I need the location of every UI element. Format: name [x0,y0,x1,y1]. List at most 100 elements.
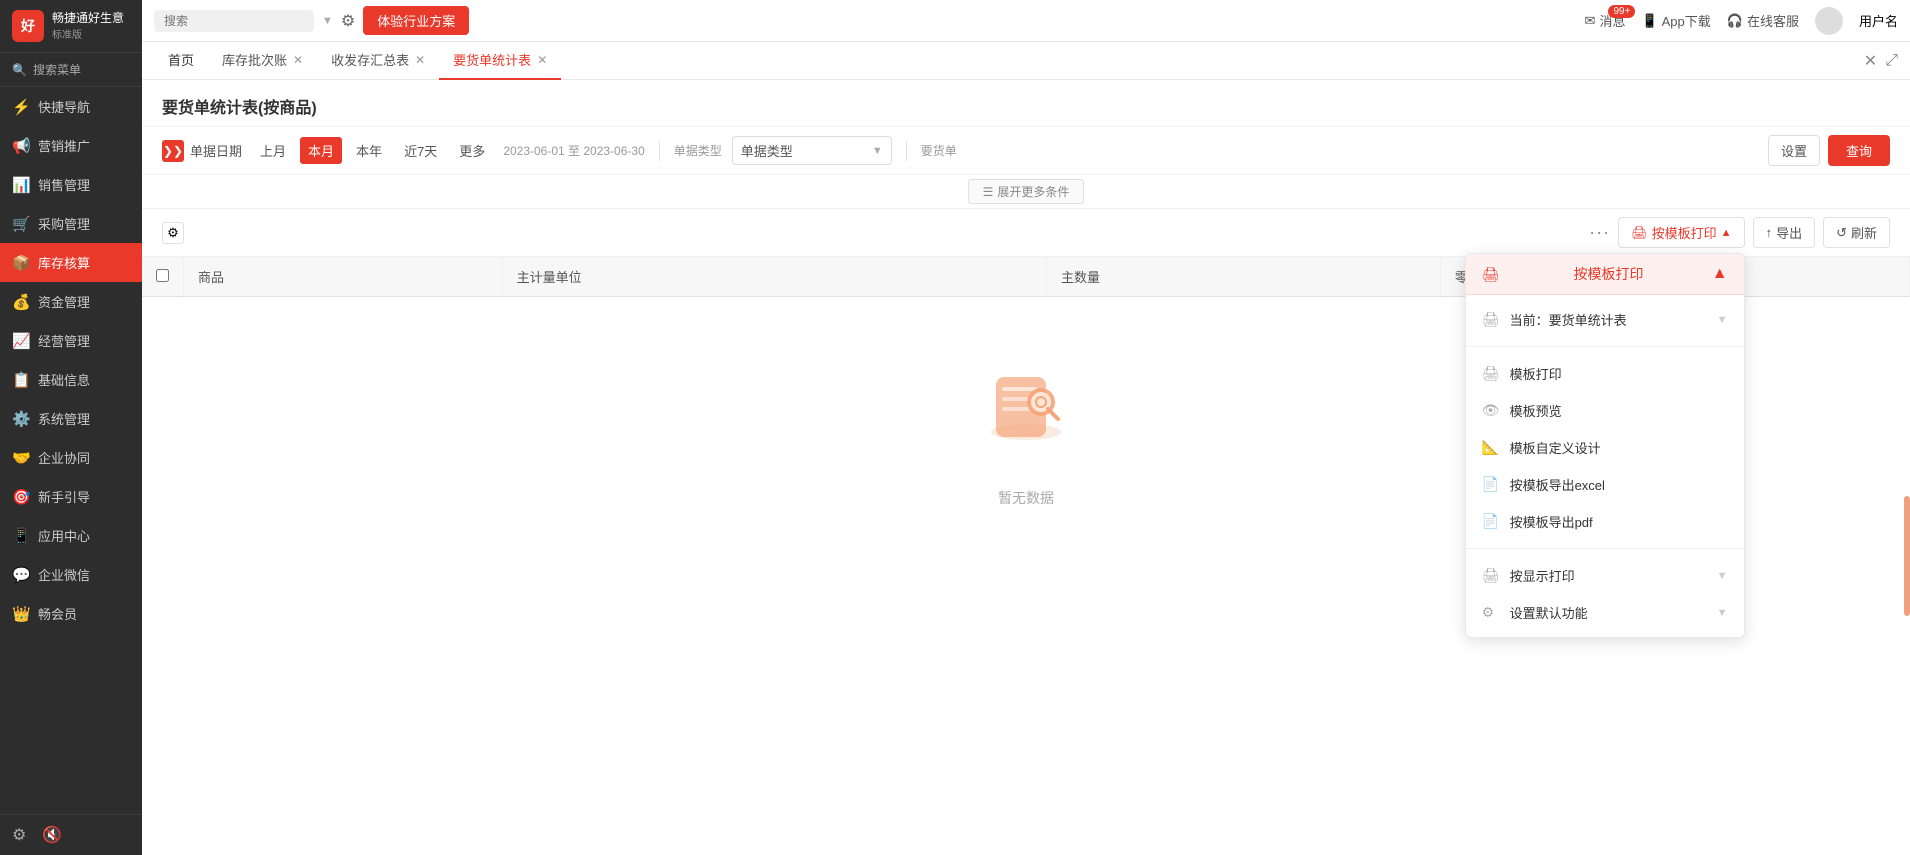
print-icon: 🖨 [1631,225,1648,241]
user-avatar[interactable] [1815,7,1843,35]
dropdown-item-template-pdf[interactable]: 📄 按模板导出pdf [1466,503,1744,540]
page-title: 要货单统计表(按商品) [162,94,1890,118]
sidebar-item-label: 畅会员 [38,604,77,623]
sidebar-item-finance[interactable]: 💰 资金管理 [0,282,142,321]
messages-item[interactable]: ✉ 消息 99+ [1585,11,1626,30]
select-all-checkbox[interactable] [156,269,169,282]
topbar-dropdown-arrow[interactable]: ▼ [322,15,333,27]
topbar-right: ✉ 消息 99+ 📱 App下载 🎧 在线客服 用户名 [1585,7,1898,35]
type-select-arrow: ▼ [872,145,883,157]
dropdown-current-item[interactable]: 🖨 当前：要货单统计表 ▼ [1466,301,1744,338]
secondary-toolbar: ⚙ ··· 🖨 按模板打印 ▲ 🖨 按模板打印 [142,209,1910,257]
tab-home[interactable]: 首页 [154,42,208,80]
sidebar-item-sales[interactable]: 📊 销售管理 [0,165,142,204]
template-preview-label: 模板预览 [1510,401,1562,420]
sidebar-item-wechat[interactable]: 💬 企业微信 [0,555,142,594]
messages-badge: 99+ [1608,5,1635,18]
sidebar-item-basic[interactable]: 📋 基础信息 [0,360,142,399]
dropdown-title: 按模板打印 [1574,264,1644,284]
sidebar-item-label: 经营管理 [38,331,90,350]
template-preview-icon: 👁 [1482,402,1500,419]
phone-icon: 📱 [1641,13,1657,29]
dropdown-item-template-excel[interactable]: 📄 按模板导出excel [1466,466,1744,503]
sidebar-item-label: 系统管理 [38,409,90,428]
sidebar-item-shortcut[interactable]: ⚡ 快捷导航 [0,87,142,126]
type-select[interactable]: 单据类型 ▼ [732,136,892,165]
print-dropdown-menu: 🖨 按模板打印 ▲ 🖨 当前：要货单统计表 ▼ [1465,253,1745,638]
tab-receivables-close[interactable]: ✕ [415,53,425,67]
tabs: 首页 库存批次账 ✕ 收发存汇总表 ✕ 要货单统计表 ✕ ✕ ⤢ [142,42,1910,80]
tab-home-label: 首页 [168,50,194,69]
tab-batch[interactable]: 库存批次账 ✕ [208,42,317,80]
sidebar-item-operation[interactable]: 📈 经营管理 [0,321,142,360]
dropdown-item-template-custom[interactable]: 📐 模板自定义设计 [1466,429,1744,466]
sidebar-item-purchase[interactable]: 🛒 采购管理 [0,204,142,243]
date-btn-current-year[interactable]: 本年 [348,137,390,164]
empty-text: 暂无数据 [998,488,1054,508]
sidebar-item-system[interactable]: ⚙️ 系统管理 [0,399,142,438]
scroll-indicator[interactable] [1904,496,1910,616]
column-settings-icon[interactable]: ⚙ [162,222,184,244]
logo-text: 畅捷通好生意 [52,11,124,27]
sidebar-item-label: 资金管理 [38,292,90,311]
type-select-value: 单据类型 [741,141,793,160]
date-btn-last-month[interactable]: 上月 [252,137,294,164]
dropdown-close-button[interactable]: ▲ [1712,265,1728,283]
dropdown-divider-1 [1466,346,1744,347]
template-pdf-label: 按模板导出pdf [1510,512,1593,531]
date-btn-current-month[interactable]: 本月 [300,137,342,164]
sidebar-search[interactable]: 🔍 搜索菜单 [0,53,142,87]
export-button[interactable]: ↑ 导出 [1753,217,1816,248]
sidebar-item-inventory[interactable]: 📦 库存核算 [0,243,142,282]
sidebar-item-label: 采购管理 [38,214,90,233]
dropdown-current-section: 🖨 当前：要货单统计表 ▼ [1466,295,1744,344]
expand-more-row: ☰ 展开更多条件 [142,175,1910,209]
more-options-icon[interactable]: ··· [1589,222,1610,243]
tab-order-stats[interactable]: 要货单统计表 ✕ [439,42,561,80]
tabs-close-icon[interactable]: ✕ [1864,51,1877,71]
tabs-expand-icon[interactable]: ⤢ [1885,52,1898,70]
purchase-icon: 🛒 [12,215,30,233]
tab-order-stats-close[interactable]: ✕ [537,53,547,67]
template-pdf-icon: 📄 [1482,513,1500,530]
sidebar-item-newbie[interactable]: 🎯 新手引导 [0,477,142,516]
topbar-search-input[interactable] [154,10,314,32]
secondary-toolbar-right: ··· 🖨 按模板打印 ▲ 🖨 按模板打印 ▲ [1589,217,1890,248]
expand-button[interactable]: ❯❯ [162,140,184,162]
sidebar-item-apps[interactable]: 📱 应用中心 [0,516,142,555]
dropdown-group-set-default[interactable]: ⚙ 设置默认功能 ▼ [1466,594,1744,631]
sidebar-item-enterprise[interactable]: 🤝 企业协同 [0,438,142,477]
settings-icon[interactable]: ⚙ [12,825,26,845]
dropdown-item-template-print[interactable]: 🖨 模板打印 [1466,355,1744,392]
date-btn-more[interactable]: 更多 [451,137,493,164]
template-excel-label: 按模板导出excel [1510,475,1605,494]
sidebar-item-marketing[interactable]: 📢 营销推广 [0,126,142,165]
apps-icon: 📱 [12,527,30,545]
refresh-button[interactable]: ↺ 刷新 [1823,217,1890,248]
mute-icon[interactable]: 🔇 [42,825,62,845]
tab-batch-close[interactable]: ✕ [293,53,303,67]
inventory-icon: 📦 [12,254,30,272]
trial-button[interactable]: 体验行业方案 [363,6,469,35]
online-service-item[interactable]: 🎧 在线客服 [1727,11,1799,30]
filter-toolbar: ❯❯ 单据日期 上月 本月 本年 近7天 更多 2023-06-01 至 202… [142,127,1910,175]
dropdown-group-display-print[interactable]: 🖨 按显示打印 ▼ [1466,557,1744,594]
newbie-icon: 🎯 [12,488,30,506]
settings-button[interactable]: 设置 [1768,135,1820,166]
topbar-settings-icon[interactable]: ⚙ [341,11,355,31]
query-button[interactable]: 查询 [1828,135,1890,166]
col-checkbox[interactable] [142,257,184,297]
dropdown-groups-section: 🖨 按显示打印 ▼ ⚙ 设置默认功能 ▼ [1466,551,1744,637]
dropdown-item-template-preview[interactable]: 👁 模板预览 [1466,392,1744,429]
expand-more-button[interactable]: ☰ 展开更多条件 [968,179,1085,204]
finance-icon: 💰 [12,293,30,311]
operation-icon: 📈 [12,332,30,350]
template-print-label: 模板打印 [1510,364,1562,383]
tab-receivables[interactable]: 收发存汇总表 ✕ [317,42,439,80]
print-dropdown-arrow[interactable]: ▲ [1721,227,1732,239]
print-button[interactable]: 🖨 按模板打印 ▲ [1618,217,1744,248]
date-btn-7days[interactable]: 近7天 [396,137,445,164]
app-download-item[interactable]: 📱 App下载 [1641,11,1710,30]
page-header: 要货单统计表(按商品) [142,80,1910,127]
sidebar-item-member[interactable]: 👑 畅会员 [0,594,142,633]
